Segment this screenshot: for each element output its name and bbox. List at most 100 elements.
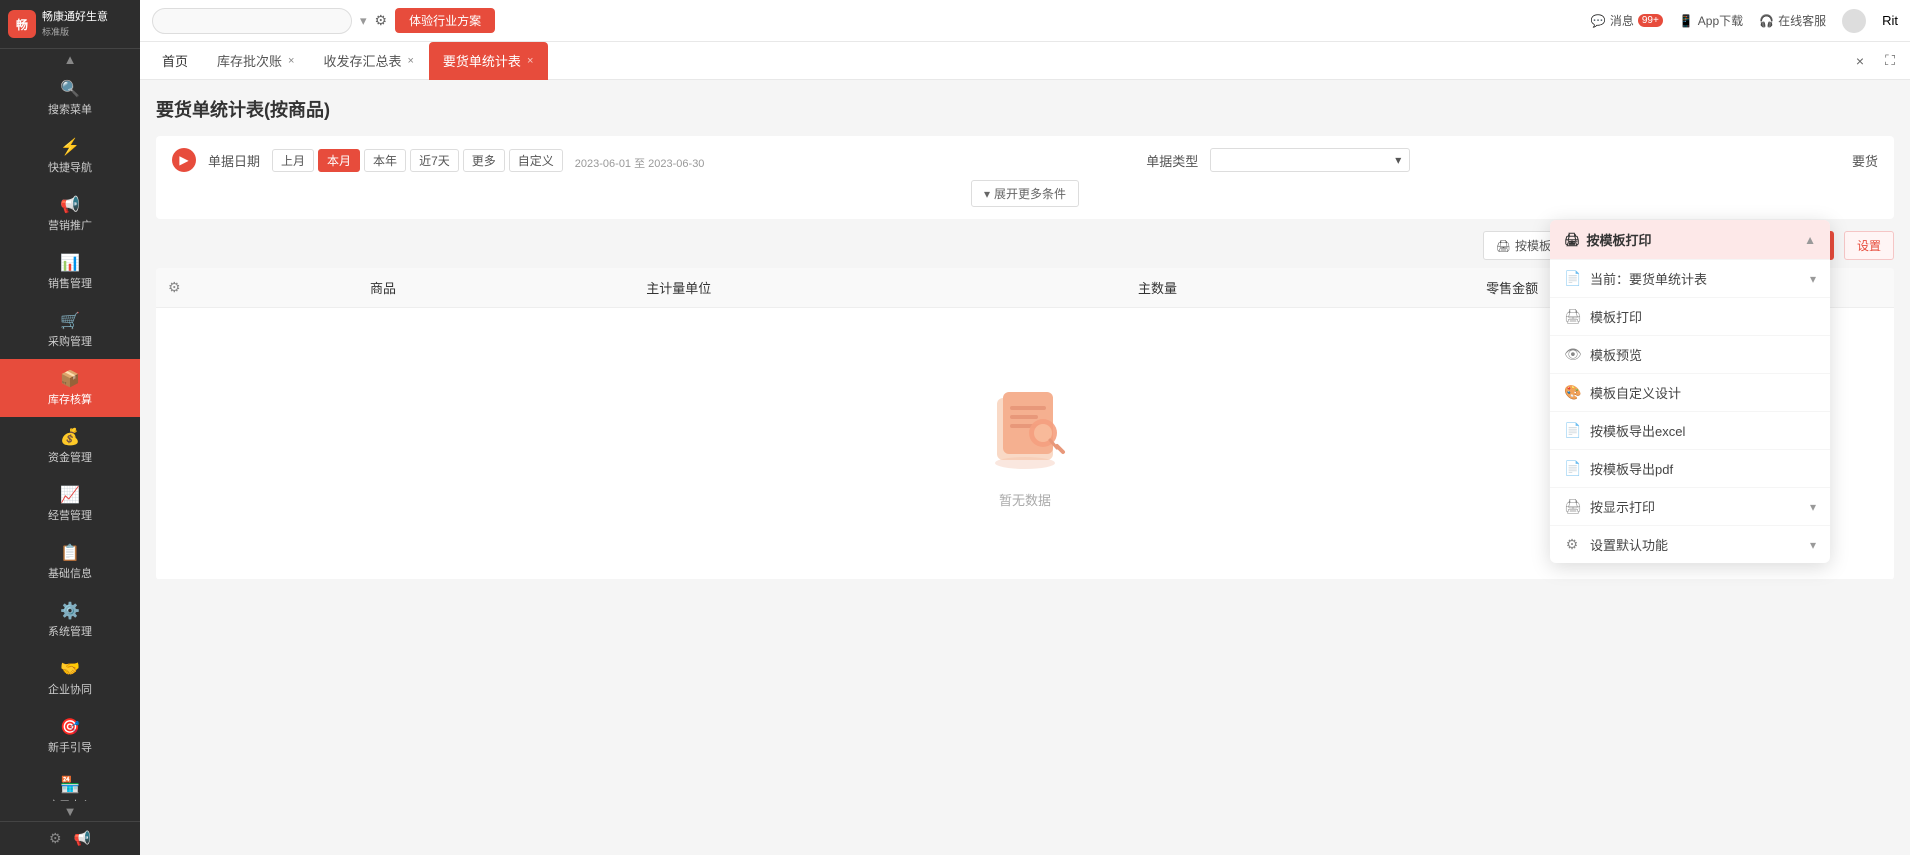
app-name: 畅康通好生意 <box>42 10 108 24</box>
dropdown-header-left: 🖨 按模板打印 <box>1564 230 1652 249</box>
sidebar-scroll-up[interactable]: ▲ <box>0 49 140 69</box>
chevron-down-icon[interactable]: ▾ <box>360 13 367 29</box>
industry-solution-button[interactable]: 体验行业方案 <box>395 8 495 33</box>
main-area: ▾ ⚙ 体验行业方案 💬 消息 99+ 📱 App下载 🎧 在线客服 Rit 首… <box>140 0 1910 855</box>
search-icon: 🔍 <box>60 79 80 99</box>
date-filter-label: 单据日期 <box>208 151 260 170</box>
pdf-icon: 📄 <box>1564 460 1580 477</box>
settings-button[interactable]: 设置 <box>1844 231 1894 260</box>
sidebar-item-purchase[interactable]: 🛒 采购管理 <box>0 301 140 359</box>
chevron-down-expand-icon: ▾ <box>984 187 990 201</box>
logo-icon: 畅 <box>8 10 36 38</box>
inventory-icon: 📦 <box>60 369 80 389</box>
headset-icon: 🎧 <box>1759 14 1774 28</box>
more-date-button[interactable]: 更多 <box>463 149 505 172</box>
system-icon: ⚙️ <box>60 601 80 621</box>
tab-requisition-stats-close[interactable]: × <box>527 55 533 67</box>
sidebar-item-finance[interactable]: 💰 资金管理 <box>0 417 140 475</box>
sidebar-item-sales[interactable]: 📊 销售管理 <box>0 243 140 301</box>
expand-more-label: 展开更多条件 <box>994 185 1066 202</box>
design-icon: 🎨 <box>1564 384 1580 401</box>
dropdown-title: 按模板打印 <box>1587 230 1652 249</box>
type-filter-select[interactable]: ▾ <box>1210 148 1410 172</box>
sidebar-item-appstore[interactable]: 🏪 应用中心 <box>0 765 140 801</box>
dropdown-template-preview[interactable]: 👁 模板预览 <box>1550 335 1830 373</box>
sidebar-item-inventory[interactable]: 📦 库存核算 <box>0 359 140 417</box>
dropdown-template-print[interactable]: 🖨 模板打印 <box>1550 297 1830 335</box>
dropdown-template-print-label: 模板打印 <box>1590 307 1642 326</box>
display-print-icon: 🖨 <box>1564 498 1580 515</box>
expand-more-button[interactable]: ▾ 展开更多条件 <box>971 180 1079 207</box>
document-icon: 📄 <box>1564 270 1580 287</box>
top-bar-search-input[interactable] <box>152 8 352 34</box>
sidebar-item-search[interactable]: 🔍 搜索菜单 <box>0 69 140 127</box>
tab-home[interactable]: 首页 <box>148 42 203 80</box>
dropdown-export-pdf[interactable]: 📄 按模板导出pdf <box>1550 449 1830 487</box>
dropdown-header: 🖨 按模板打印 ▲ <box>1550 220 1830 259</box>
notifications-item[interactable]: 💬 消息 99+ <box>1591 12 1663 29</box>
printer-header-icon: 🖨 <box>1564 232 1581 248</box>
sidebar-basics-label: 基础信息 <box>48 565 92 581</box>
tab-inventory-batch-close[interactable]: × <box>288 55 294 67</box>
sidebar-nav: 🔍 搜索菜单 ⚡ 快捷导航 📢 营销推广 📊 销售管理 🛒 采购管理 📦 库存核… <box>0 69 140 801</box>
sidebar-item-operations[interactable]: 📈 经营管理 <box>0 475 140 533</box>
sidebar-item-system[interactable]: ⚙️ 系统管理 <box>0 591 140 649</box>
sidebar-item-enterprise[interactable]: 🤝 企业协同 <box>0 649 140 707</box>
dropdown-display-print[interactable]: 🖨 按显示打印 ▾ <box>1550 487 1830 525</box>
prev-month-button[interactable]: 上月 <box>272 149 314 172</box>
tabs-maximize-button[interactable]: ⛶ <box>1878 49 1902 73</box>
table-settings-icon[interactable]: ⚙ <box>168 279 181 295</box>
app-download-item[interactable]: 📱 App下载 <box>1679 12 1743 29</box>
empty-icon <box>975 378 1075 478</box>
custom-date-button[interactable]: 自定义 <box>509 149 563 172</box>
user-name[interactable]: Rit <box>1882 13 1898 28</box>
help-icon[interactable]: 📢 <box>74 830 91 847</box>
avatar[interactable] <box>1842 9 1866 33</box>
filter-expand-button[interactable]: ▶ <box>172 148 196 172</box>
dropdown-current-item[interactable]: 📄 当前：要货单统计表 ▾ <box>1550 259 1830 297</box>
gear-icon[interactable]: ⚙ <box>375 12 388 29</box>
dropdown-template-design[interactable]: 🎨 模板自定义设计 <box>1550 373 1830 411</box>
tab-inventory-batch-label: 库存批次账 <box>217 51 282 70</box>
tabs-right: × ⛶ <box>1848 49 1902 73</box>
appstore-icon: 🏪 <box>60 775 80 795</box>
col-settings-header[interactable]: ⚙ <box>156 268 358 308</box>
template-print-dropdown: 🖨 按模板打印 ▲ 📄 当前：要货单统计表 ▾ 🖨 模板打印 👁 模板预览 <box>1550 220 1830 563</box>
sidebar-item-marketing[interactable]: 📢 营销推广 <box>0 185 140 243</box>
current-month-button[interactable]: 本月 <box>318 149 360 172</box>
chevron-right-display-icon: ▾ <box>1810 500 1816 514</box>
sidebar-item-basics[interactable]: 📋 基础信息 <box>0 533 140 591</box>
chevron-up-dropdown-icon[interactable]: ▲ <box>1804 233 1816 247</box>
col-quantity-header: 主数量 <box>1126 268 1474 308</box>
current-year-button[interactable]: 本年 <box>364 149 406 172</box>
tab-requisition-stats[interactable]: 要货单统计表 × <box>429 42 548 80</box>
tab-requisition-stats-label: 要货单统计表 <box>443 51 521 70</box>
page-title: 要货单统计表(按商品) <box>156 96 1894 122</box>
tab-inventory-batch[interactable]: 库存批次账 × <box>203 42 309 80</box>
app-download-label: App下载 <box>1698 12 1743 29</box>
tabs-expand-button[interactable]: × <box>1848 49 1872 73</box>
tab-receipt-summary-close[interactable]: × <box>407 55 413 67</box>
finance-icon: 💰 <box>60 427 80 447</box>
dropdown-default-func[interactable]: ⚙ 设置默认功能 ▾ <box>1550 525 1830 563</box>
sidebar-beginner-label: 新手引导 <box>48 739 92 755</box>
customer-service-item[interactable]: 🎧 在线客服 <box>1759 12 1826 29</box>
sidebar-enterprise-label: 企业协同 <box>48 681 92 697</box>
chevron-right-default-icon: ▾ <box>1810 538 1816 552</box>
dropdown-current-label: 当前：要货单统计表 <box>1590 269 1707 288</box>
chevron-right-current-icon: ▾ <box>1810 272 1816 286</box>
sidebar-scroll-down[interactable]: ▼ <box>0 801 140 821</box>
quick-nav-icon: ⚡ <box>60 137 80 157</box>
beginner-icon: 🎯 <box>60 717 80 737</box>
last7days-button[interactable]: 近7天 <box>410 149 459 172</box>
tab-receipt-summary[interactable]: 收发存汇总表 × <box>309 42 428 80</box>
settings-icon[interactable]: ⚙ <box>49 830 62 847</box>
filter-row-date: ▶ 单据日期 上月 本月 本年 近7天 更多 自定义 2023-06-01 至 … <box>172 148 1878 172</box>
dropdown-export-excel-label: 按模板导出excel <box>1590 421 1685 440</box>
sidebar-item-beginner[interactable]: 🎯 新手引导 <box>0 707 140 765</box>
dropdown-template-design-label: 模板自定义设计 <box>1590 383 1681 402</box>
notification-badge: 99+ <box>1638 14 1663 27</box>
dropdown-export-excel[interactable]: 📄 按模板导出excel <box>1550 411 1830 449</box>
marketing-icon: 📢 <box>60 195 80 215</box>
sidebar-item-quick-nav[interactable]: ⚡ 快捷导航 <box>0 127 140 185</box>
